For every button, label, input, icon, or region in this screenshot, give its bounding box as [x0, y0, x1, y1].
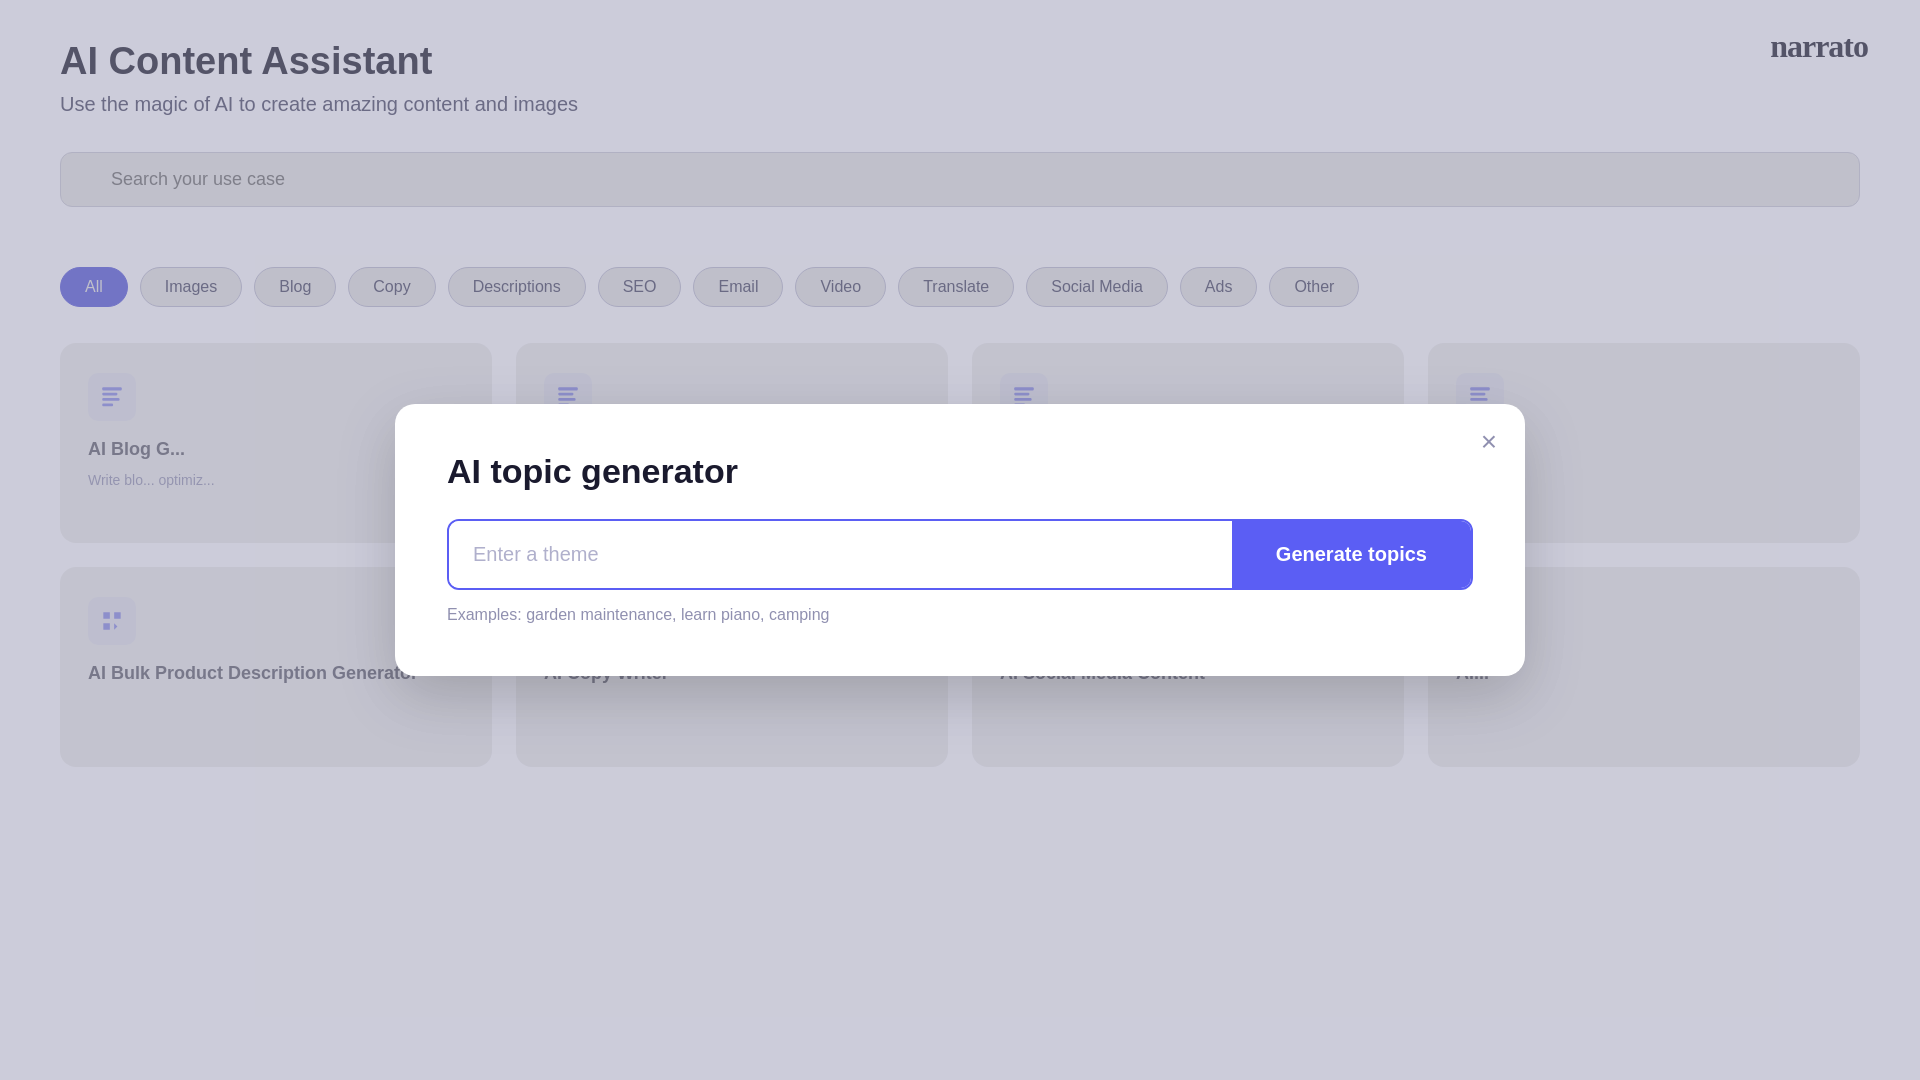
modal-title: AI topic generator — [447, 452, 1473, 491]
theme-input[interactable] — [449, 521, 1232, 588]
modal-examples: Examples: garden maintenance, learn pian… — [447, 606, 1473, 624]
modal-input-row: Generate topics — [447, 519, 1473, 590]
modal: × AI topic generator Generate topics Exa… — [395, 404, 1525, 676]
modal-overlay: × AI topic generator Generate topics Exa… — [0, 0, 1920, 1080]
close-button[interactable]: × — [1481, 428, 1497, 456]
generate-topics-button[interactable]: Generate topics — [1232, 521, 1471, 588]
